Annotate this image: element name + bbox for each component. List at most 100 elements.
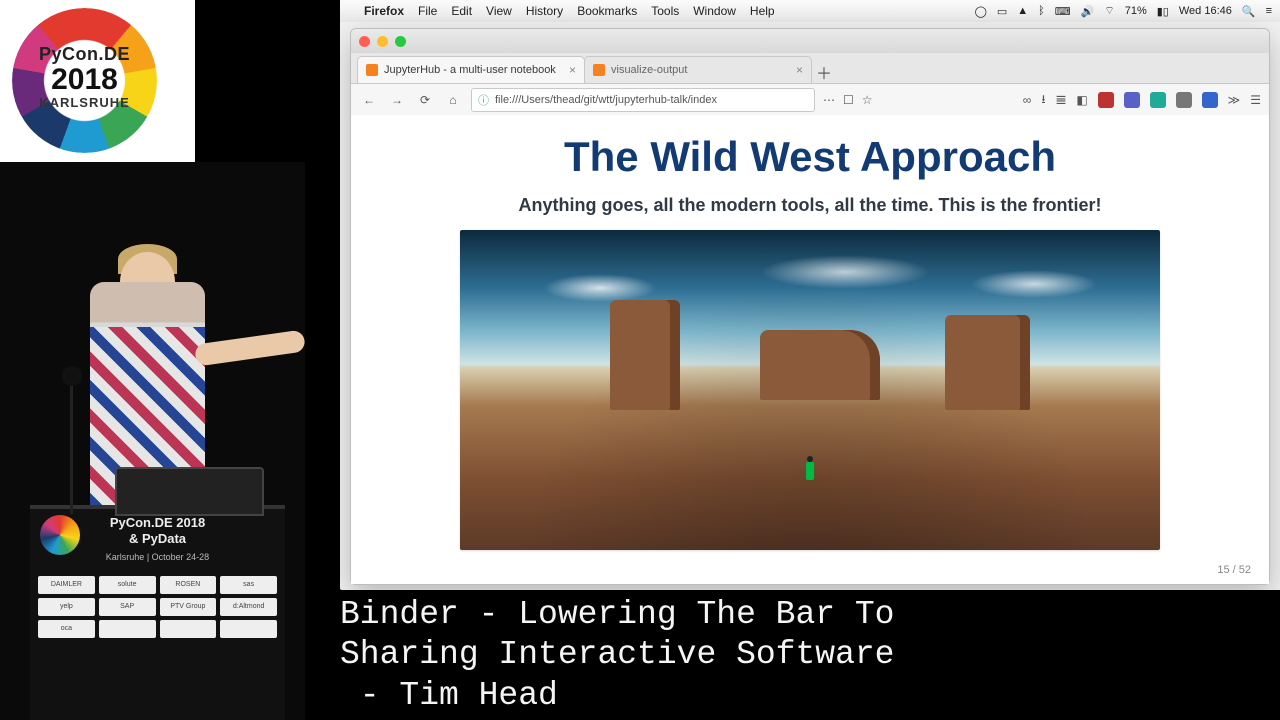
tab-close-icon[interactable]: ×	[796, 63, 803, 77]
sidebar-icon[interactable]: ◧	[1076, 93, 1087, 107]
mesa-icon	[945, 315, 1030, 410]
sponsor-cell: solute	[99, 576, 156, 594]
menubar-item[interactable]: File	[418, 4, 437, 18]
browser-tab-active[interactable]: JupyterHub - a multi-user notebook ×	[357, 56, 585, 83]
reload-button[interactable]: ⟳	[415, 90, 435, 110]
menubar-item[interactable]: Window	[693, 4, 736, 18]
sponsor-cell: sas	[220, 576, 277, 594]
page-actions-icon[interactable]: ⋯	[823, 93, 835, 107]
tab-strip: JupyterHub - a multi-user notebook × vis…	[351, 53, 1269, 84]
menubar-clock[interactable]: Wed 16:46	[1179, 5, 1232, 17]
sponsor-cell	[220, 620, 277, 638]
site-info-icon[interactable]: ⓘ	[478, 92, 489, 108]
sponsor-cell: ROSEN	[160, 576, 217, 594]
speaker-arm	[194, 329, 306, 366]
badge-line2: 2018	[22, 65, 147, 95]
window-close-icon[interactable]	[359, 36, 370, 47]
extension-icon[interactable]	[1150, 92, 1166, 108]
lectern: PyCon.DE 2018 & PyData Karlsruhe | Octob…	[30, 505, 285, 720]
airplay-icon[interactable]: ▲	[1017, 5, 1028, 17]
macos-menubar: Firefox File Edit View History Bookmarks…	[340, 0, 1280, 22]
home-button[interactable]: ⌂	[443, 90, 463, 110]
conference-badge: PyCon.DE 2018 KARLSRUHE	[0, 0, 195, 162]
mac-screen: Firefox File Edit View History Bookmarks…	[340, 0, 1280, 590]
wifi-icon[interactable]: ⌔	[1104, 4, 1114, 18]
sponsor-cell	[160, 620, 217, 638]
nav-forward-button[interactable]: →	[387, 90, 407, 110]
slide-title: The Wild West Approach	[391, 133, 1229, 181]
tab-favicon-icon	[366, 64, 378, 76]
slide-subtitle: Anything goes, all the modern tools, all…	[391, 195, 1229, 216]
hamburger-menu-icon[interactable]: ☰	[1250, 93, 1261, 107]
browser-toolbar: ← → ⟳ ⌂ ⓘ file:///Users/thead/git/wtt/ju…	[351, 84, 1269, 117]
tab-title: visualize-output	[611, 64, 687, 76]
nav-back-button[interactable]: ←	[359, 90, 379, 110]
badge-line1: PyCon.DE	[22, 44, 147, 65]
lectern-line2: & PyData	[129, 531, 186, 546]
browser-tab[interactable]: visualize-output ×	[584, 56, 812, 83]
sync-icon[interactable]: ◯	[975, 5, 987, 18]
sponsor-grid: DAIMLER solute ROSEN sas yelp SAP PTV Gr…	[30, 570, 285, 644]
clouds-icon	[460, 240, 1160, 320]
extension-icon[interactable]	[1176, 92, 1192, 108]
downloads-icon[interactable]: ⭳	[1041, 90, 1045, 111]
video-caption: Binder - Lowering The Bar To Sharing Int…	[340, 595, 1260, 716]
page-content[interactable]: The Wild West Approach Anything goes, al…	[351, 115, 1269, 584]
battery-icon[interactable]: ▮▯	[1157, 5, 1169, 18]
tab-favicon-icon	[593, 64, 605, 76]
url-bar[interactable]: ⓘ file:///Users/thead/git/wtt/jupyterhub…	[471, 88, 815, 112]
menubar-status: ◯ ▭ ▲ ᛒ ⌨ 🔊 ⌔ 71% ▮▯ Wed 16:46 🔍 ≡	[975, 4, 1272, 18]
tab-close-icon[interactable]: ×	[569, 63, 576, 77]
container-icon[interactable]: ∞	[1023, 93, 1032, 107]
bookmark-star-icon[interactable]: ☆	[862, 93, 873, 107]
new-tab-button[interactable]: ＋	[811, 61, 837, 83]
sponsor-cell: PTV Group	[160, 598, 217, 616]
menubar-item[interactable]: History	[526, 4, 563, 18]
firefox-window: JupyterHub - a multi-user notebook × vis…	[350, 28, 1270, 585]
window-zoom-icon[interactable]	[395, 36, 406, 47]
menubar-app-name[interactable]: Firefox	[364, 4, 404, 18]
microphone-icon	[70, 374, 73, 514]
notification-center-icon[interactable]: ≡	[1266, 5, 1272, 17]
sponsor-cell: d:Altmond	[220, 598, 277, 616]
reader-mode-icon[interactable]: ☐	[843, 93, 854, 107]
menubar-item[interactable]: Tools	[651, 4, 679, 18]
volume-icon[interactable]: 🔊	[1081, 5, 1095, 18]
spotlight-icon[interactable]: 🔍	[1242, 5, 1256, 18]
menubar-item[interactable]: View	[486, 4, 512, 18]
mesa-icon	[760, 330, 880, 400]
sponsor-cell: DAIMLER	[38, 576, 95, 594]
tab-title: JupyterHub - a multi-user notebook	[384, 64, 556, 76]
library-icon[interactable]: 𝌆	[1056, 93, 1067, 107]
display-icon[interactable]: ▭	[997, 5, 1007, 18]
slide: The Wild West Approach Anything goes, al…	[351, 115, 1269, 550]
extension-icon[interactable]	[1124, 92, 1140, 108]
badge-line3: KARLSRUHE	[22, 95, 147, 110]
speaker-panel: PyCon.DE 2018 & PyData Karlsruhe | Octob…	[0, 162, 305, 720]
slide-hero-image	[460, 230, 1160, 550]
slide-page-counter: 15 / 52	[1217, 564, 1251, 576]
battery-percent[interactable]: 71%	[1125, 5, 1147, 17]
menubar-item[interactable]: Help	[750, 4, 775, 18]
mesa-icon	[610, 300, 680, 410]
laptop-icon	[115, 467, 264, 516]
sponsor-cell: oca	[38, 620, 95, 638]
sponsor-cell	[99, 620, 156, 638]
sponsor-cell: SAP	[99, 598, 156, 616]
sponsor-cell: yelp	[38, 598, 95, 616]
window-titlebar[interactable]	[351, 29, 1269, 53]
overflow-menu-icon[interactable]: ≫	[1228, 93, 1241, 107]
url-text: file:///Users/thead/git/wtt/jupyterhub-t…	[495, 94, 717, 106]
lectern-line3: Karlsruhe | October 24-28	[106, 552, 209, 562]
extension-icon[interactable]	[1202, 92, 1218, 108]
keyboard-icon[interactable]: ⌨	[1055, 5, 1071, 18]
extension-icon[interactable]	[1098, 92, 1114, 108]
lectern-line1: PyCon.DE 2018	[110, 515, 205, 530]
menubar-item[interactable]: Edit	[451, 4, 472, 18]
person-icon	[806, 462, 814, 480]
bluetooth-icon[interactable]: ᛒ	[1038, 5, 1045, 17]
lectern-logo-icon	[40, 515, 80, 555]
badge-text: PyCon.DE 2018 KARLSRUHE	[22, 44, 147, 110]
menubar-item[interactable]: Bookmarks	[577, 4, 637, 18]
window-minimize-icon[interactable]	[377, 36, 388, 47]
